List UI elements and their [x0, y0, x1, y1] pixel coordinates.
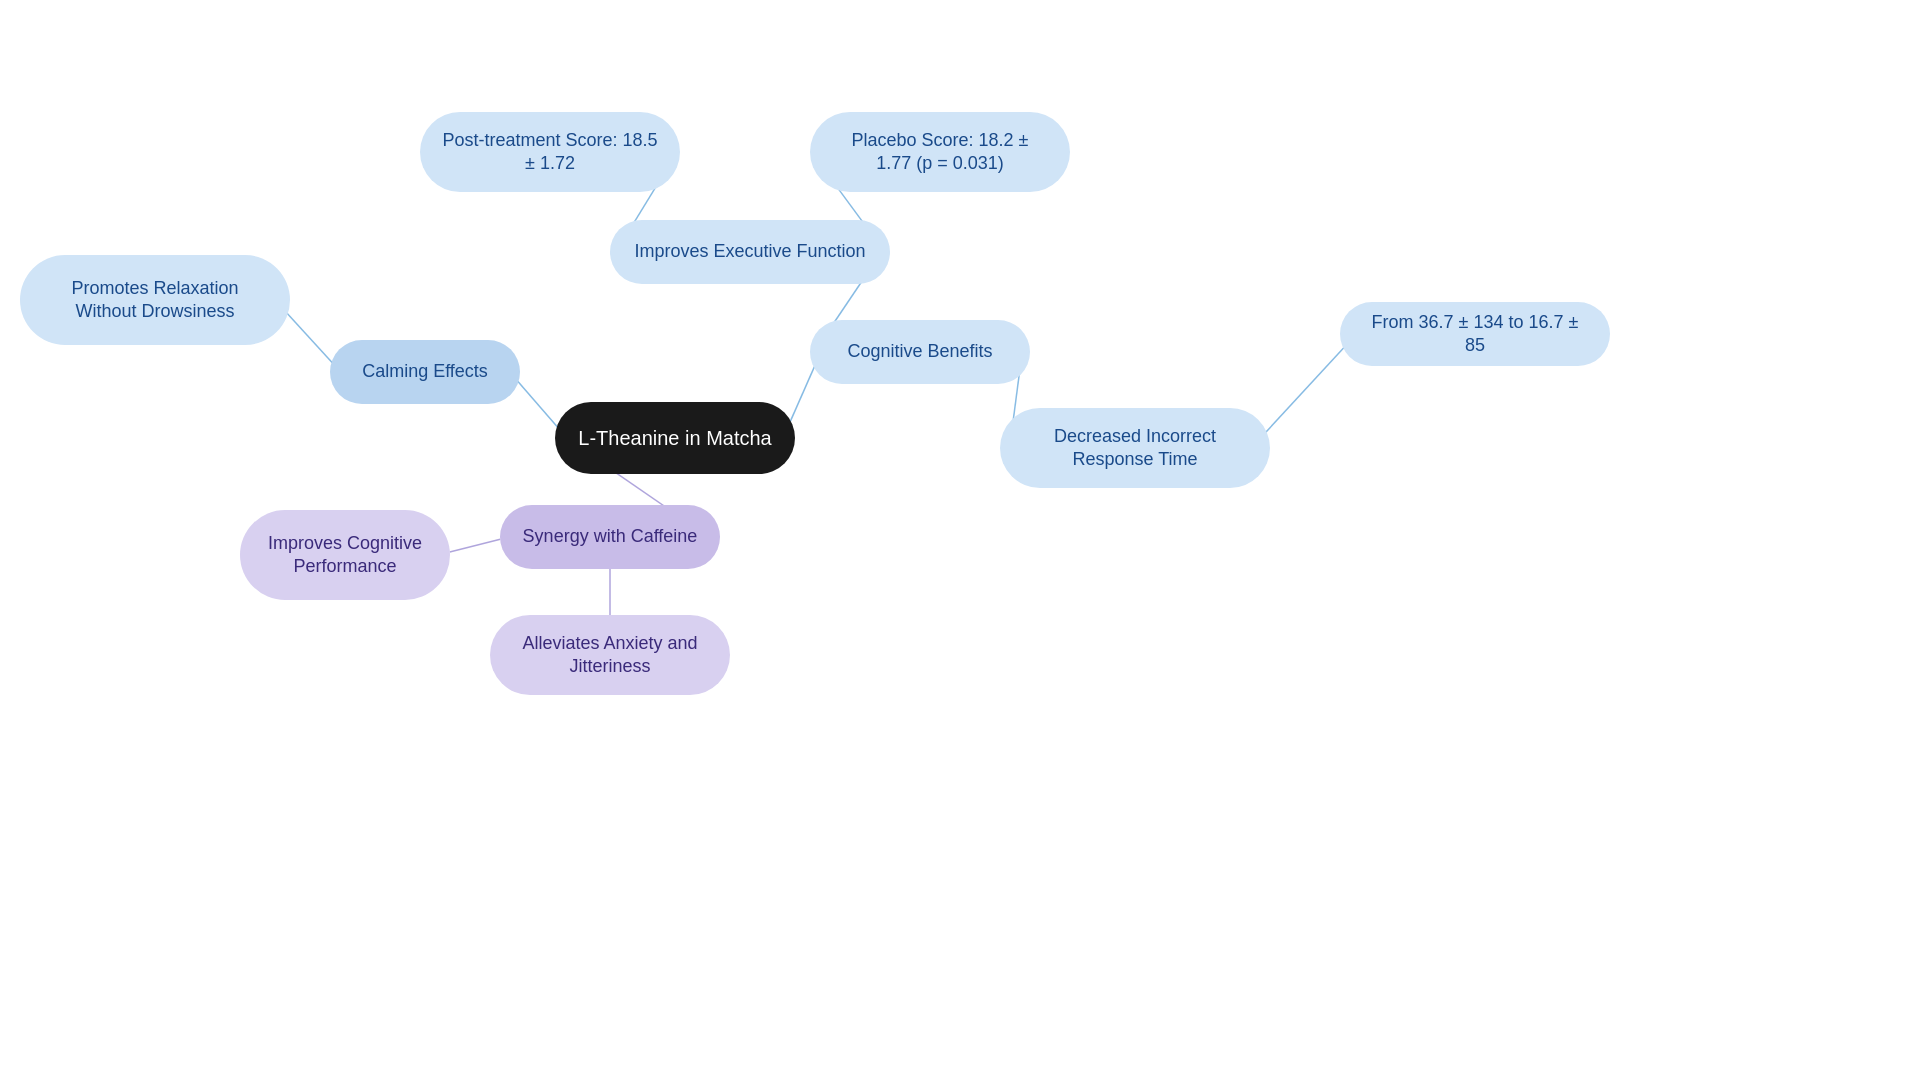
mind-map: L-Theanine in Matcha Calming Effects Pro… [0, 0, 1920, 1083]
node-synergy-caffeine: Synergy with Caffeine [500, 505, 720, 569]
node-from-36: From 36.7 ± 134 to 16.7 ± 85 [1340, 302, 1610, 366]
node-promotes-relaxation: Promotes Relaxation Without Drowsiness [20, 255, 290, 345]
node-alleviates-anxiety: Alleviates Anxiety and Jitteriness [490, 615, 730, 695]
node-center: L-Theanine in Matcha [555, 402, 795, 474]
node-improves-cognitive: Improves Cognitive Performance [240, 510, 450, 600]
node-improves-executive: Improves Executive Function [610, 220, 890, 284]
node-calming-effects: Calming Effects [330, 340, 520, 404]
node-post-treatment: Post-treatment Score: 18.5 ± 1.72 [420, 112, 680, 192]
node-placebo-score: Placebo Score: 18.2 ± 1.77 (p = 0.031) [810, 112, 1070, 192]
node-decreased-response: Decreased Incorrect Response Time [1000, 408, 1270, 488]
node-cognitive-benefits: Cognitive Benefits [810, 320, 1030, 384]
